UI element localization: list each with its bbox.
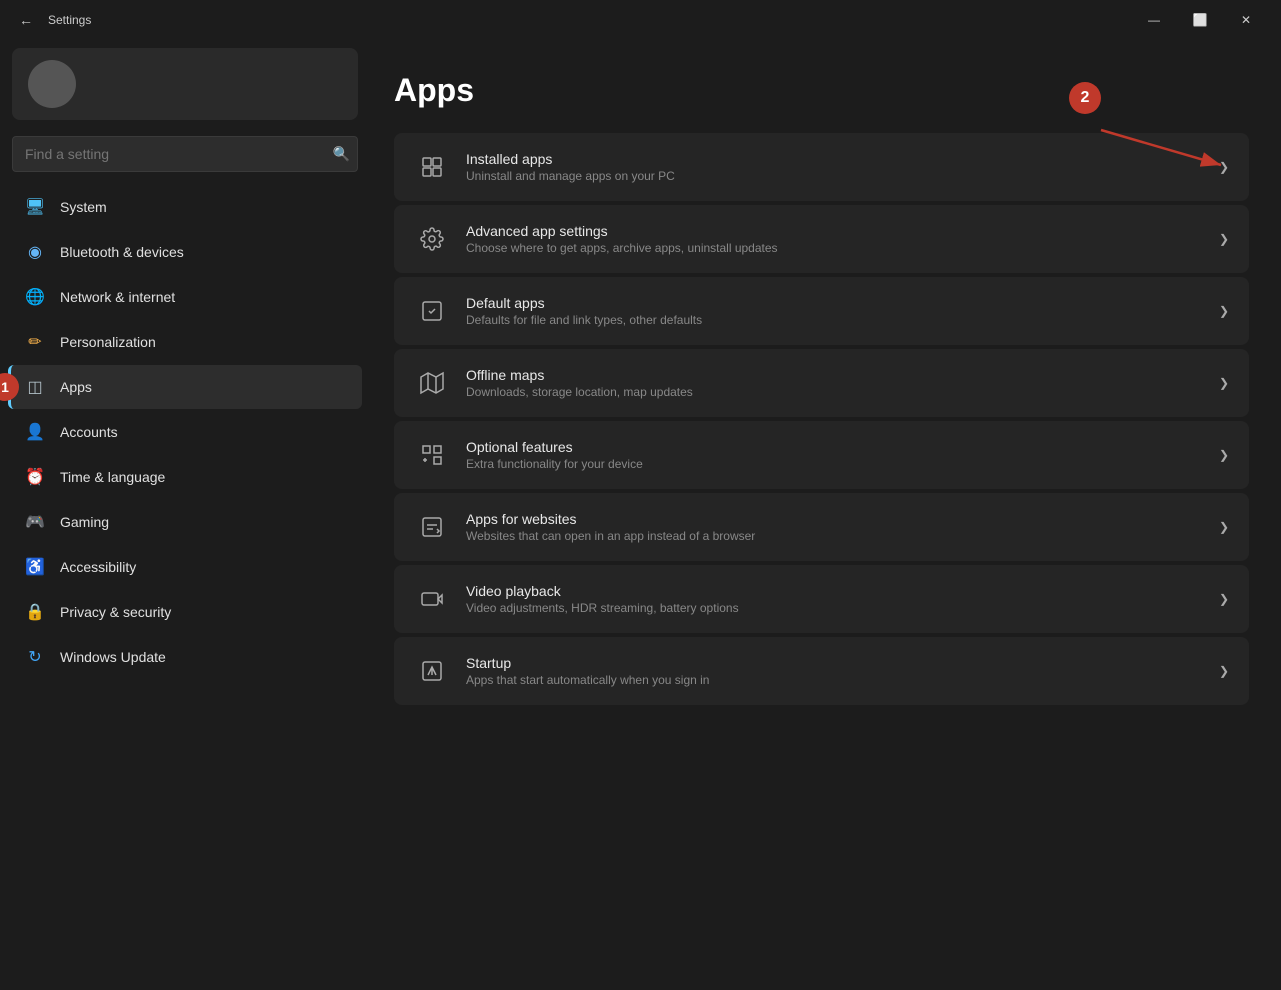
video-playback-title: Video playback xyxy=(466,583,1203,599)
minimize-button[interactable]: — xyxy=(1131,4,1177,36)
default-apps-text: Default apps Defaults for file and link t… xyxy=(466,295,1203,327)
sidebar-item-time[interactable]: ⏰ Time & language xyxy=(8,455,362,499)
apps-for-websites-icon xyxy=(414,509,450,545)
system-icon: 🖥 xyxy=(24,196,46,218)
offline-maps-title: Offline maps xyxy=(466,367,1203,383)
sidebar-item-accessibility[interactable]: ♿ Accessibility xyxy=(8,545,362,589)
offline-maps-chevron: ❯ xyxy=(1219,376,1229,390)
sidebar-label-apps: Apps xyxy=(60,379,92,395)
sidebar-label-personalization: Personalization xyxy=(60,334,156,350)
sidebar-label-privacy: Privacy & security xyxy=(60,604,171,620)
optional-features-description: Extra functionality for your device xyxy=(466,457,1203,471)
startup-chevron: ❯ xyxy=(1219,664,1229,678)
update-icon: ↻ xyxy=(24,646,46,668)
back-button[interactable]: ← xyxy=(12,6,40,34)
search-box: 🔍 xyxy=(12,136,358,172)
offline-maps-icon xyxy=(414,365,450,401)
sidebar-item-apps[interactable]: ◫Apps1 xyxy=(8,365,362,409)
sidebar: 🔍 🖥 System ◉ Bluetooth & devices 🌐 Network & … xyxy=(0,40,370,990)
sidebar-label-accounts: Accounts xyxy=(60,424,118,440)
sidebar-label-accessibility: Accessibility xyxy=(60,559,136,575)
nav-list: 🖥 System ◉ Bluetooth & devices 🌐 Network & in… xyxy=(0,184,370,680)
startup-icon xyxy=(414,653,450,689)
installed-apps-description: Uninstall and manage apps on your PC xyxy=(466,169,1203,183)
offline-maps-description: Downloads, storage location, map updates xyxy=(466,385,1203,399)
sidebar-label-network: Network & internet xyxy=(60,289,175,305)
apps-for-websites-chevron: ❯ xyxy=(1219,520,1229,534)
video-playback-text: Video playback Video adjustments, HDR str… xyxy=(466,583,1203,615)
accessibility-icon: ♿ xyxy=(24,556,46,578)
default-apps-title: Default apps xyxy=(466,295,1203,311)
apps-for-websites-text: Apps for websites Websites that can open … xyxy=(466,511,1203,543)
main-content: Apps Installed apps Uninstall and manage … xyxy=(370,40,1281,990)
window-controls: — ⬜ ✕ xyxy=(1131,4,1269,36)
advanced-app-settings-icon xyxy=(414,221,450,257)
settings-item-offline-maps[interactable]: Offline maps Downloads, storage location,… xyxy=(394,349,1249,417)
installed-apps-title: Installed apps xyxy=(466,151,1203,167)
settings-item-default-apps[interactable]: Default apps Defaults for file and link t… xyxy=(394,277,1249,345)
settings-item-installed-apps[interactable]: Installed apps Uninstall and manage apps … xyxy=(394,133,1249,201)
close-button[interactable]: ✕ xyxy=(1223,4,1269,36)
optional-features-icon xyxy=(414,437,450,473)
settings-item-startup[interactable]: Startup Apps that start automatically whe… xyxy=(394,637,1249,705)
settings-list: Installed apps Uninstall and manage apps … xyxy=(394,133,1249,705)
default-apps-description: Defaults for file and link types, other … xyxy=(466,313,1203,327)
settings-item-apps-for-websites[interactable]: Apps for websites Websites that can open … xyxy=(394,493,1249,561)
gaming-icon: 🎮 xyxy=(24,511,46,533)
user-profile[interactable] xyxy=(12,48,358,120)
sidebar-item-privacy[interactable]: 🔒 Privacy & security xyxy=(8,590,362,634)
settings-item-advanced-app-settings[interactable]: Advanced app settings Choose where to get… xyxy=(394,205,1249,273)
startup-text: Startup Apps that start automatically whe… xyxy=(466,655,1203,687)
network-icon: 🌐 xyxy=(24,286,46,308)
avatar xyxy=(28,60,76,108)
apps-icon: ◫ xyxy=(24,376,46,398)
offline-maps-text: Offline maps Downloads, storage location,… xyxy=(466,367,1203,399)
installed-apps-text: Installed apps Uninstall and manage apps … xyxy=(466,151,1203,183)
sidebar-label-bluetooth: Bluetooth & devices xyxy=(60,244,184,260)
installed-apps-chevron: ❯ xyxy=(1219,160,1229,174)
video-playback-chevron: ❯ xyxy=(1219,592,1229,606)
bluetooth-icon: ◉ xyxy=(24,241,46,263)
sidebar-item-network[interactable]: 🌐 Network & internet xyxy=(8,275,362,319)
settings-item-video-playback[interactable]: Video playback Video adjustments, HDR str… xyxy=(394,565,1249,633)
sidebar-item-system[interactable]: 🖥 System xyxy=(8,185,362,229)
app-body: 🔍 🖥 System ◉ Bluetooth & devices 🌐 Network & … xyxy=(0,40,1281,990)
sidebar-item-gaming[interactable]: 🎮 Gaming xyxy=(8,500,362,544)
titlebar: ← Settings — ⬜ ✕ xyxy=(0,0,1281,40)
advanced-app-settings-chevron: ❯ xyxy=(1219,232,1229,246)
startup-description: Apps that start automatically when you s… xyxy=(466,673,1203,687)
default-apps-chevron: ❯ xyxy=(1219,304,1229,318)
page-title: Apps xyxy=(394,72,1249,109)
maximize-button[interactable]: ⬜ xyxy=(1177,4,1223,36)
optional-features-chevron: ❯ xyxy=(1219,448,1229,462)
apps-for-websites-description: Websites that can open in an app instead… xyxy=(466,529,1203,543)
apps-for-websites-title: Apps for websites xyxy=(466,511,1203,527)
startup-title: Startup xyxy=(466,655,1203,671)
sidebar-item-personalization[interactable]: ✏ Personalization xyxy=(8,320,362,364)
privacy-icon: 🔒 xyxy=(24,601,46,623)
sidebar-label-system: System xyxy=(60,199,107,215)
default-apps-icon xyxy=(414,293,450,329)
sidebar-item-update[interactable]: ↻ Windows Update xyxy=(8,635,362,679)
advanced-app-settings-description: Choose where to get apps, archive apps, … xyxy=(466,241,1203,255)
installed-apps-icon xyxy=(414,149,450,185)
sidebar-item-accounts[interactable]: 👤 Accounts xyxy=(8,410,362,454)
advanced-app-settings-title: Advanced app settings xyxy=(466,223,1203,239)
sidebar-item-bluetooth[interactable]: ◉ Bluetooth & devices xyxy=(8,230,362,274)
settings-item-optional-features[interactable]: Optional features Extra functionality for… xyxy=(394,421,1249,489)
accounts-icon: 👤 xyxy=(24,421,46,443)
personalization-icon: ✏ xyxy=(24,331,46,353)
sidebar-label-time: Time & language xyxy=(60,469,165,485)
time-icon: ⏰ xyxy=(24,466,46,488)
sidebar-label-gaming: Gaming xyxy=(60,514,109,530)
search-input[interactable] xyxy=(12,136,358,172)
video-playback-description: Video adjustments, HDR streaming, batter… xyxy=(466,601,1203,615)
video-playback-icon xyxy=(414,581,450,617)
optional-features-title: Optional features xyxy=(466,439,1203,455)
app-title: Settings xyxy=(48,13,91,27)
advanced-app-settings-text: Advanced app settings Choose where to get… xyxy=(466,223,1203,255)
annotation-1: 1 xyxy=(0,373,19,401)
sidebar-label-update: Windows Update xyxy=(60,649,166,665)
optional-features-text: Optional features Extra functionality for… xyxy=(466,439,1203,471)
